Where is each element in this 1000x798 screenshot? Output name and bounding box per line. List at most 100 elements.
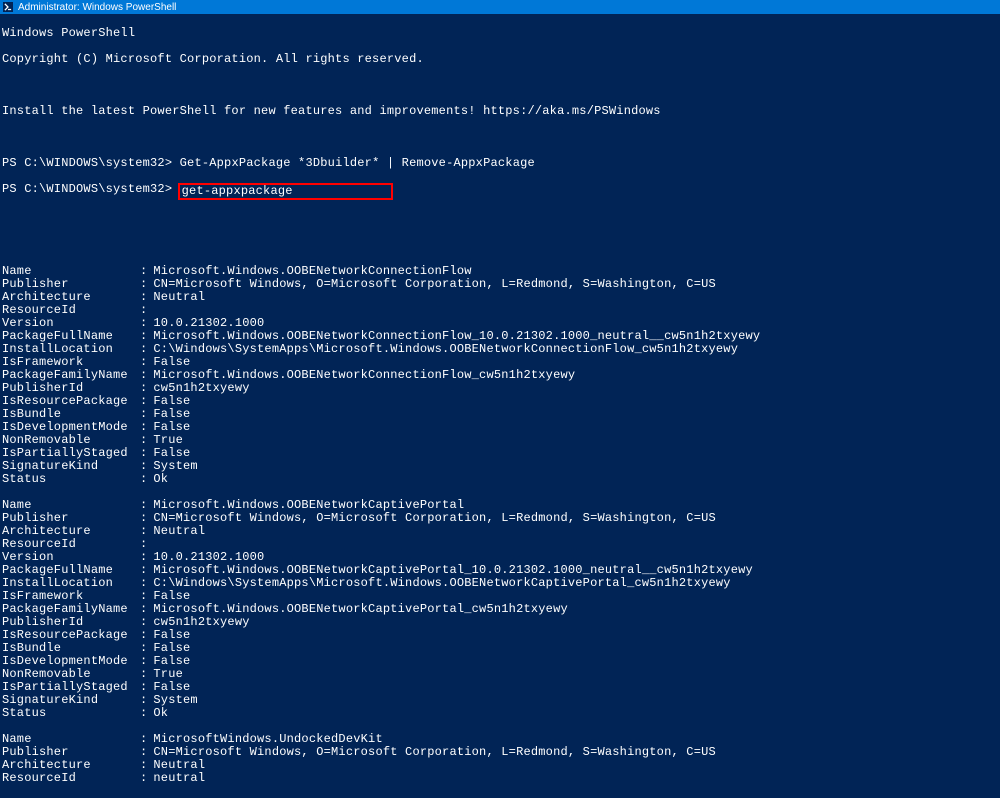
field-name: ResourceId xyxy=(2,772,140,785)
highlighted-command: get-appxpackage xyxy=(178,183,393,200)
window-title: Administrator: Windows PowerShell xyxy=(18,2,176,13)
blank-line xyxy=(2,720,998,733)
package-field-row: IsFramework: False xyxy=(2,590,998,603)
field-separator: : xyxy=(140,642,147,655)
packages-output: Name:Microsoft.Windows.OOBENetworkConnec… xyxy=(2,265,998,785)
field-name: PublisherId xyxy=(2,616,140,629)
field-separator: : xyxy=(140,733,147,746)
field-separator: : xyxy=(140,577,147,590)
field-value: False xyxy=(153,655,190,668)
field-value: False xyxy=(153,681,190,694)
field-value: CN=Microsoft Windows, O=Microsoft Corpor… xyxy=(153,278,716,291)
field-value: Neutral xyxy=(153,525,205,538)
package-field-row: IsPartiallyStaged: False xyxy=(2,681,998,694)
blank-line xyxy=(2,131,998,144)
header-line: Copyright (C) Microsoft Corporation. All… xyxy=(2,53,998,66)
field-value: System xyxy=(153,694,197,707)
package-field-row: IsResourcePackage:False xyxy=(2,395,998,408)
package-field-row: ResourceId: xyxy=(2,304,998,317)
package-field-row: Publisher: CN=Microsoft Windows, O=Micros… xyxy=(2,746,998,759)
package-field-row: ResourceId: xyxy=(2,538,998,551)
field-name: IsPartiallyStaged xyxy=(2,681,140,694)
package-field-row: PackageFamilyName:Microsoft.Windows.OOBE… xyxy=(2,369,998,382)
field-name: Status xyxy=(2,707,140,720)
package-field-row: SignatureKind:System xyxy=(2,460,998,473)
powershell-icon xyxy=(2,1,14,13)
field-value: Ok xyxy=(153,473,168,486)
field-separator: : xyxy=(140,707,147,720)
package-field-row: NonRemovable:True xyxy=(2,434,998,447)
package-field-row: Status: Ok xyxy=(2,473,998,486)
package-field-row: Publisher:CN=Microsoft Windows, O=Micros… xyxy=(2,278,998,291)
field-value: Neutral xyxy=(153,759,205,772)
package-field-row: IsDevelopmentMode:False xyxy=(2,421,998,434)
package-field-row: IsDevelopmentMode:False xyxy=(2,655,998,668)
field-separator: : xyxy=(140,772,147,785)
field-name: IsFramework xyxy=(2,590,140,603)
package-field-row: PublisherId: cw5n1h2txyewy xyxy=(2,616,998,629)
field-value: CN=Microsoft Windows, O=Microsoft Corpor… xyxy=(153,512,716,525)
field-name: Name xyxy=(2,733,140,746)
package-field-row: Architecture: Neutral xyxy=(2,759,998,772)
blank-line xyxy=(2,486,998,499)
package-field-row: InstallLocation: C:\Windows\SystemApps\Mi… xyxy=(2,577,998,590)
prompt: PS C:\WINDOWS\system32> xyxy=(2,157,180,170)
titlebar[interactable]: Administrator: Windows PowerShell xyxy=(0,0,1000,14)
package-field-row: Architecture:Neutral xyxy=(2,525,998,538)
field-value: False xyxy=(153,642,190,655)
field-separator: : xyxy=(140,629,147,642)
field-value: True xyxy=(153,668,183,681)
field-separator: : xyxy=(140,473,147,486)
field-value: False xyxy=(153,629,190,642)
field-separator: : xyxy=(140,759,147,772)
field-name: Architecture xyxy=(2,759,140,772)
field-value: C:\Windows\SystemApps\Microsoft.Windows.… xyxy=(153,577,730,590)
field-name: PackageFamilyName xyxy=(2,603,140,616)
header-line: Windows PowerShell xyxy=(2,27,998,40)
package-field-row: IsResourcePackage: False xyxy=(2,629,998,642)
field-value: MicrosoftWindows.UndockedDevKit xyxy=(153,733,382,746)
field-separator: : xyxy=(140,655,147,668)
terminal-output[interactable]: Windows PowerShell Copyright (C) Microso… xyxy=(0,14,1000,798)
field-name: InstallLocation xyxy=(2,577,140,590)
field-separator: : xyxy=(140,694,147,707)
field-name: IsResourcePackage xyxy=(2,629,140,642)
package-field-row: IsBundle:False xyxy=(2,408,998,421)
package-field-row: InstallLocation:C:\Windows\SystemApps\Mi… xyxy=(2,343,998,356)
field-value: Ok xyxy=(153,707,168,720)
field-value: Microsoft.Windows.OOBENetworkCaptivePort… xyxy=(153,603,567,616)
package-field-row: NonRemovable:True xyxy=(2,668,998,681)
field-name: IsBundle xyxy=(2,642,140,655)
package-field-row: IsPartiallyStaged:False xyxy=(2,447,998,460)
field-value: False xyxy=(153,590,190,603)
package-field-row: ResourceId: neutral xyxy=(2,772,998,785)
field-value: neutral xyxy=(153,772,205,785)
field-separator: : xyxy=(140,746,147,759)
field-separator: : xyxy=(140,590,147,603)
field-name: SignatureKind xyxy=(2,694,140,707)
package-field-row: SignatureKind: System xyxy=(2,694,998,707)
field-value: CN=Microsoft Windows, O=Microsoft Corpor… xyxy=(153,746,716,759)
package-field-row: Status: Ok xyxy=(2,707,998,720)
header-line: Install the latest PowerShell for new fe… xyxy=(2,105,998,118)
field-separator: : xyxy=(140,603,147,616)
package-field-row: Name: MicrosoftWindows.UndockedDevKit xyxy=(2,733,998,746)
field-value: C:\Windows\SystemApps\Microsoft.Windows.… xyxy=(153,343,738,356)
prompt-line: PS C:\WINDOWS\system32> Get-AppxPackage … xyxy=(2,157,998,170)
blank-line xyxy=(2,79,998,92)
blank-line xyxy=(2,213,998,226)
blank-line xyxy=(2,239,998,252)
field-value: cw5n1h2txyewy xyxy=(153,616,249,629)
package-field-row: PackageFamilyName: Microsoft.Windows.OOBE… xyxy=(2,603,998,616)
field-value: Neutral xyxy=(153,291,205,304)
field-name: Publisher xyxy=(2,746,140,759)
field-separator: : xyxy=(140,616,147,629)
package-field-row: IsBundle: False xyxy=(2,642,998,655)
field-separator: : xyxy=(140,681,147,694)
command-text: Get-AppxPackage *3Dbuilder* | Remove-App… xyxy=(180,157,535,170)
prompt-line: PS C:\WINDOWS\system32> get-appxpackage xyxy=(2,183,998,200)
package-field-row: Publisher:CN=Microsoft Windows, O=Micros… xyxy=(2,512,998,525)
field-name: Status xyxy=(2,473,140,486)
package-field-row: Architecture:Neutral xyxy=(2,291,998,304)
prompt: PS C:\WINDOWS\system32> xyxy=(2,183,180,200)
